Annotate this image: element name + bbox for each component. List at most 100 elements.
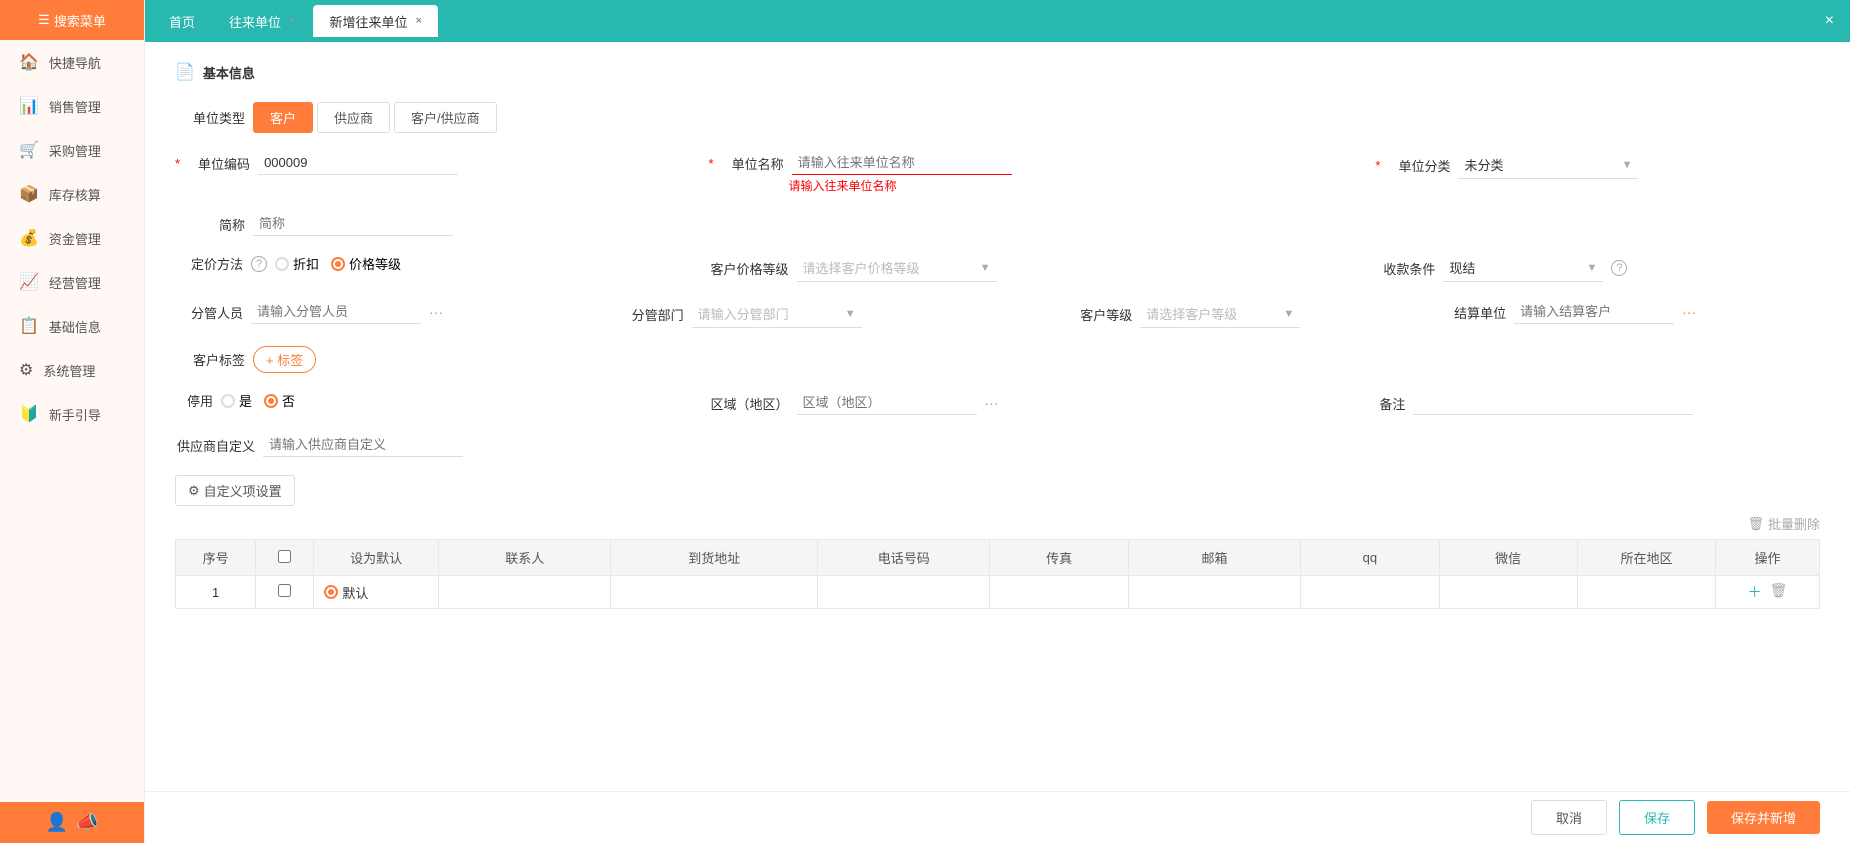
- sidebar-item-label: 库存核算: [49, 185, 101, 204]
- manager-more-icon[interactable]: ···: [429, 304, 443, 320]
- row-address[interactable]: [611, 576, 818, 609]
- customer-price-select[interactable]: 请选择客户价格等级 ▼: [797, 254, 997, 282]
- tag-label: 客户标签: [175, 350, 245, 369]
- short-name-label: 简称: [175, 215, 245, 234]
- department-label: 分管部门: [624, 305, 684, 324]
- tab-new-partner-close[interactable]: ×: [415, 15, 421, 27]
- type-btn-customer[interactable]: 客户: [253, 102, 313, 133]
- remarks-input[interactable]: [1413, 391, 1693, 415]
- type-btn-supplier[interactable]: 供应商: [317, 102, 390, 133]
- row-contact[interactable]: [438, 576, 610, 609]
- manager-input[interactable]: [251, 300, 421, 324]
- select-all-checkbox[interactable]: [278, 550, 291, 563]
- row-default-radio[interactable]: 默认: [324, 583, 428, 602]
- customer-price-label: 客户价格等级: [709, 259, 789, 278]
- payment-terms-value: 现结: [1449, 258, 1582, 277]
- sidebar-item-shortcut[interactable]: 🏠 快捷导航: [0, 40, 144, 84]
- row-index: 1: [176, 576, 256, 609]
- user-icon[interactable]: 👤: [46, 812, 68, 833]
- table-row: 1 默认: [176, 576, 1820, 609]
- sidebar-item-operation[interactable]: 📈 经营管理: [0, 260, 144, 304]
- customer-level-select[interactable]: 请选择客户等级 ▼: [1140, 300, 1300, 328]
- pricing-radio-level[interactable]: 价格等级: [331, 254, 401, 273]
- section-icon: 📄: [175, 62, 195, 82]
- save-new-button[interactable]: 保存并新增: [1707, 801, 1820, 834]
- tab-bar-close-all[interactable]: ×: [1817, 8, 1842, 34]
- add-row-button[interactable]: ＋: [1748, 582, 1762, 602]
- disable-radio-yes[interactable]: 是: [221, 391, 252, 410]
- chevron-down-icon: ▼: [980, 262, 991, 274]
- row-region[interactable]: [1577, 576, 1715, 609]
- short-name-input[interactable]: [253, 212, 453, 236]
- sidebar-item-label: 经营管理: [49, 273, 101, 292]
- radio-circle-no: [264, 394, 278, 408]
- batch-delete-label[interactable]: 批量删除: [1768, 514, 1820, 533]
- type-btn-both[interactable]: 客户/供应商: [394, 102, 497, 133]
- settlement-more-icon[interactable]: ···: [1682, 304, 1696, 320]
- col-checkbox[interactable]: [256, 540, 314, 576]
- unit-type-row: 单位类型 客户 供应商 客户/供应商: [175, 102, 1820, 133]
- sidebar-item-finance[interactable]: 💰 资金管理: [0, 216, 144, 260]
- row-qq[interactable]: [1301, 576, 1439, 609]
- sidebar-item-label: 新手引导: [49, 405, 101, 424]
- payment-terms-select[interactable]: 现结 ▼: [1443, 254, 1603, 282]
- row-select-checkbox[interactable]: [278, 584, 291, 597]
- add-tag-button[interactable]: + 标签: [253, 346, 316, 373]
- sidebar-item-purchase[interactable]: 🛒 采购管理: [0, 128, 144, 172]
- region-input[interactable]: [797, 391, 977, 415]
- region-more-icon[interactable]: ···: [985, 395, 999, 411]
- col-fax: 传真: [990, 540, 1128, 576]
- row-wechat[interactable]: [1439, 576, 1577, 609]
- payment-help-icon[interactable]: ?: [1611, 260, 1627, 276]
- sidebar-item-inventory[interactable]: 📦 库存核算: [0, 172, 144, 216]
- pricing-radio-discount[interactable]: 折扣: [275, 254, 319, 273]
- short-name-group: 简称: [175, 212, 1820, 236]
- unit-name-input[interactable]: [792, 151, 1012, 175]
- sidebar-search[interactable]: ☰ 搜索菜单: [0, 0, 144, 40]
- sidebar: ☰ 搜索菜单 🏠 快捷导航 📊 销售管理 🛒 采购管理 📦 库存核算 💰 资金管…: [0, 0, 145, 843]
- manager-label: 分管人员: [175, 303, 243, 322]
- save-button[interactable]: 保存: [1619, 800, 1695, 835]
- disable-group: 停用 是 否: [175, 391, 709, 410]
- row-checkbox[interactable]: [256, 576, 314, 609]
- inventory-icon: 📦: [19, 184, 39, 204]
- row-fax[interactable]: [990, 576, 1128, 609]
- remarks-label: 备注: [1375, 394, 1405, 413]
- custom-settings-button[interactable]: ⚙ 自定义项设置: [175, 475, 295, 506]
- delete-row-button[interactable]: 🗑: [1770, 582, 1788, 602]
- unit-name-label: 单位名称: [724, 154, 784, 173]
- sidebar-item-sales[interactable]: 📊 销售管理: [0, 84, 144, 128]
- sidebar-item-label: 资金管理: [49, 229, 101, 248]
- settings-icon[interactable]: 📣: [76, 812, 98, 833]
- disable-radio-no[interactable]: 否: [264, 391, 295, 410]
- cancel-button[interactable]: 取消: [1531, 800, 1607, 835]
- col-address: 到货地址: [611, 540, 818, 576]
- operation-icon: 📈: [19, 272, 39, 292]
- department-select[interactable]: 请输入分管部门 ▼: [692, 300, 862, 328]
- custom-settings-section: ⚙ 自定义项设置: [175, 475, 1820, 506]
- search-icon: ☰: [38, 12, 50, 28]
- section-title: 📄 基本信息: [175, 62, 1820, 82]
- sales-icon: 📊: [19, 96, 39, 116]
- tab-home[interactable]: 首页: [153, 5, 211, 37]
- home-icon: 🏠: [19, 52, 39, 72]
- pricing-help-icon[interactable]: ?: [251, 256, 267, 272]
- sidebar-item-system[interactable]: ⚙ 系统管理: [0, 348, 144, 392]
- region-label: 区域（地区）: [709, 394, 789, 413]
- row-phone[interactable]: [818, 576, 990, 609]
- supplier-custom-input[interactable]: [263, 433, 463, 457]
- tab-new-partner[interactable]: 新增往来单位 ×: [313, 5, 437, 37]
- tab-partners[interactable]: 往来单位 ×: [213, 5, 311, 37]
- sidebar-item-guide[interactable]: 🔰 新手引导: [0, 392, 144, 436]
- tab-partners-close[interactable]: ×: [289, 15, 295, 27]
- settlement-input[interactable]: [1514, 300, 1674, 324]
- row-email[interactable]: [1128, 576, 1300, 609]
- unit-category-select[interactable]: 未分类 ▼: [1458, 151, 1638, 179]
- sidebar-item-basic[interactable]: 📋 基础信息: [0, 304, 144, 348]
- tag-group: 客户标签 + 标签: [175, 346, 1820, 373]
- unit-category-label: 单位分类: [1390, 156, 1450, 175]
- col-phone: 电话号码: [818, 540, 990, 576]
- manager-row: 分管人员 ··· 分管部门 请输入分管部门 ▼ 客户等级 请选择客户等级 ▼: [175, 300, 1820, 328]
- batch-delete-section: 🗑 批量删除: [175, 514, 1820, 533]
- unit-code-input[interactable]: [258, 151, 458, 175]
